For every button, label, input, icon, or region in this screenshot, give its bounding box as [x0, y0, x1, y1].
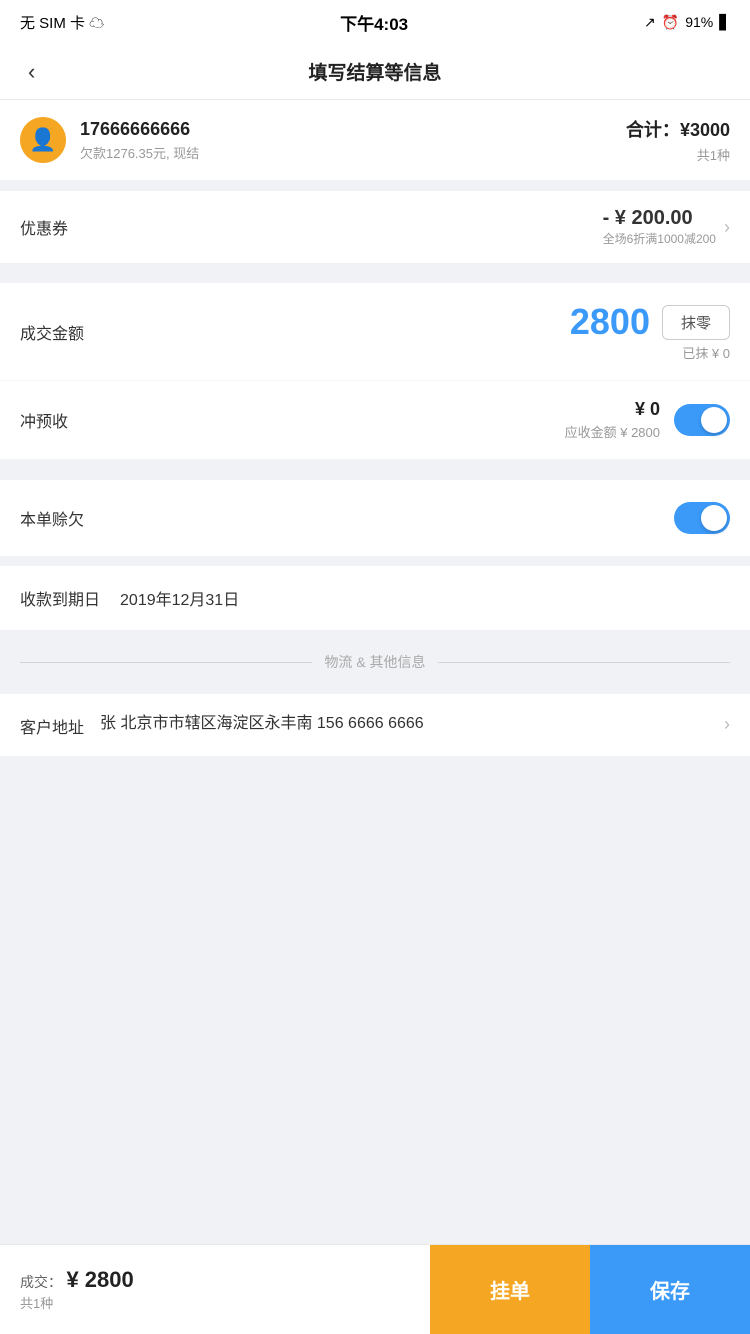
address-section[interactable]: 客户地址 张 北京市市辖区海淀区永丰南 156 6666 6666 ›	[0, 694, 750, 756]
section-divider-1	[0, 273, 750, 283]
customer-section: 👤 17666666666 欠款1276.35元, 现结 合计：¥3000 共1…	[0, 100, 750, 180]
divider-line-right	[438, 662, 730, 663]
empty-area	[0, 766, 750, 946]
deal-amount-right: 2800 抹零 已抹 ¥ 0	[570, 301, 730, 362]
customer-info: 17666666666 欠款1276.35元, 现结	[80, 119, 199, 162]
customer-right: 合计：¥3000 共1种	[626, 116, 730, 164]
coupon-section: 优惠券 - ¥ 200.00 全场6折满1000减200 ›	[0, 190, 750, 263]
bottom-count: 共1种	[20, 1293, 410, 1312]
customer-phone: 17666666666	[80, 119, 199, 140]
back-button[interactable]: ‹	[20, 51, 43, 93]
battery-label: 91%	[685, 14, 713, 30]
alarm-icon: ⏰	[662, 14, 679, 31]
bottom-deal-label: 成交：	[20, 1274, 62, 1290]
deal-amount-sub: 已抹 ¥ 0	[570, 343, 730, 362]
coupon-row[interactable]: 优惠券 - ¥ 200.00 全场6折满1000减200 ›	[0, 190, 750, 263]
avatar: 👤	[20, 117, 66, 163]
status-left: 无 SIM 卡 ☁	[20, 12, 104, 33]
bottom-deal-line: 成交： ¥ 2800	[20, 1267, 410, 1293]
bottom-amount: ¥ 2800	[66, 1267, 133, 1292]
debt-label: 本单赊欠	[20, 506, 84, 530]
pre-sub: 应收金额 ¥ 2800	[565, 422, 660, 441]
coupon-right: - ¥ 200.00 全场6折满1000减200 ›	[603, 207, 730, 247]
logistics-divider-text: 物流 & 其他信息	[324, 652, 425, 672]
debt-toggle[interactable]	[674, 502, 730, 534]
deal-amount-label: 成交金额	[20, 320, 84, 344]
logistics-divider: 物流 & 其他信息	[0, 640, 750, 684]
total-amount: 合计：¥3000	[626, 116, 730, 142]
customer-sub: 欠款1276.35元, 现结	[80, 143, 199, 162]
due-date-label: 收款到期日	[20, 586, 100, 610]
save-button[interactable]: 保存	[590, 1245, 750, 1334]
round-zero-button[interactable]: 抹零	[662, 305, 730, 340]
debt-toggle-knob	[701, 505, 727, 531]
pending-button[interactable]: 挂单	[430, 1245, 590, 1334]
debt-section: 本单赊欠	[0, 480, 750, 556]
address-label: 客户地址	[20, 714, 84, 738]
deal-amount-value-area: 2800 抹零	[570, 301, 730, 343]
status-time: 下午4:03	[340, 10, 408, 35]
page-title: 填写结算等信息	[308, 58, 441, 85]
pre-amount: ¥ 0	[565, 399, 660, 420]
total-value: ¥3000	[680, 120, 730, 140]
location-icon: ↗	[644, 14, 656, 31]
bottom-bar: 成交： ¥ 2800 共1种 挂单 保存	[0, 1244, 750, 1334]
address-value: 张 北京市市辖区海淀区永丰南 156 6666 6666	[100, 712, 714, 736]
due-date-section: 收款到期日 2019年12月31日	[0, 566, 750, 630]
debt-row: 本单赊欠	[0, 480, 750, 556]
total-sub: 共1种	[626, 145, 730, 164]
deal-section: 成交金额 2800 抹零 已抹 ¥ 0 冲预收 ¥ 0 应收金额 ¥ 2800	[0, 283, 750, 460]
pre-value-wrap: ¥ 0 应收金额 ¥ 2800	[565, 399, 660, 441]
nav-bar: ‹ 填写结算等信息	[0, 44, 750, 100]
battery-icon: ▋	[719, 14, 730, 31]
deal-amount-row: 成交金额 2800 抹零 已抹 ¥ 0	[0, 283, 750, 381]
deal-amount-value: 2800	[570, 301, 650, 343]
pre-receive-label: 冲预收	[20, 408, 68, 432]
pre-receive-row: 冲预收 ¥ 0 应收金额 ¥ 2800	[0, 381, 750, 460]
divider-line-left	[20, 662, 312, 663]
coupon-value-wrap: - ¥ 200.00 全场6折满1000减200	[603, 207, 716, 247]
total-label: 合计：	[626, 120, 680, 140]
due-date-value: 2019年12月31日	[120, 586, 239, 610]
toggle-knob	[701, 407, 727, 433]
content-area: 👤 17666666666 欠款1276.35元, 现结 合计：¥3000 共1…	[0, 100, 750, 1046]
coupon-label: 优惠券	[20, 215, 68, 239]
section-divider-2	[0, 470, 750, 480]
bottom-summary: 成交： ¥ 2800 共1种	[0, 1267, 430, 1312]
customer-left: 👤 17666666666 欠款1276.35元, 现结	[20, 117, 199, 163]
coupon-value: - ¥ 200.00	[603, 207, 716, 230]
sim-label: 无 SIM 卡 ☁	[20, 12, 104, 33]
status-bar: 无 SIM 卡 ☁ 下午4:03 ↗ ⏰ 91% ▋	[0, 0, 750, 44]
coupon-desc: 全场6折满1000减200	[603, 230, 716, 247]
pre-receive-toggle[interactable]	[674, 404, 730, 436]
status-right: ↗ ⏰ 91% ▋	[644, 14, 730, 31]
pre-receive-right: ¥ 0 应收金额 ¥ 2800	[565, 399, 730, 441]
chevron-right-icon: ›	[724, 217, 730, 238]
address-chevron-icon: ›	[724, 714, 730, 735]
